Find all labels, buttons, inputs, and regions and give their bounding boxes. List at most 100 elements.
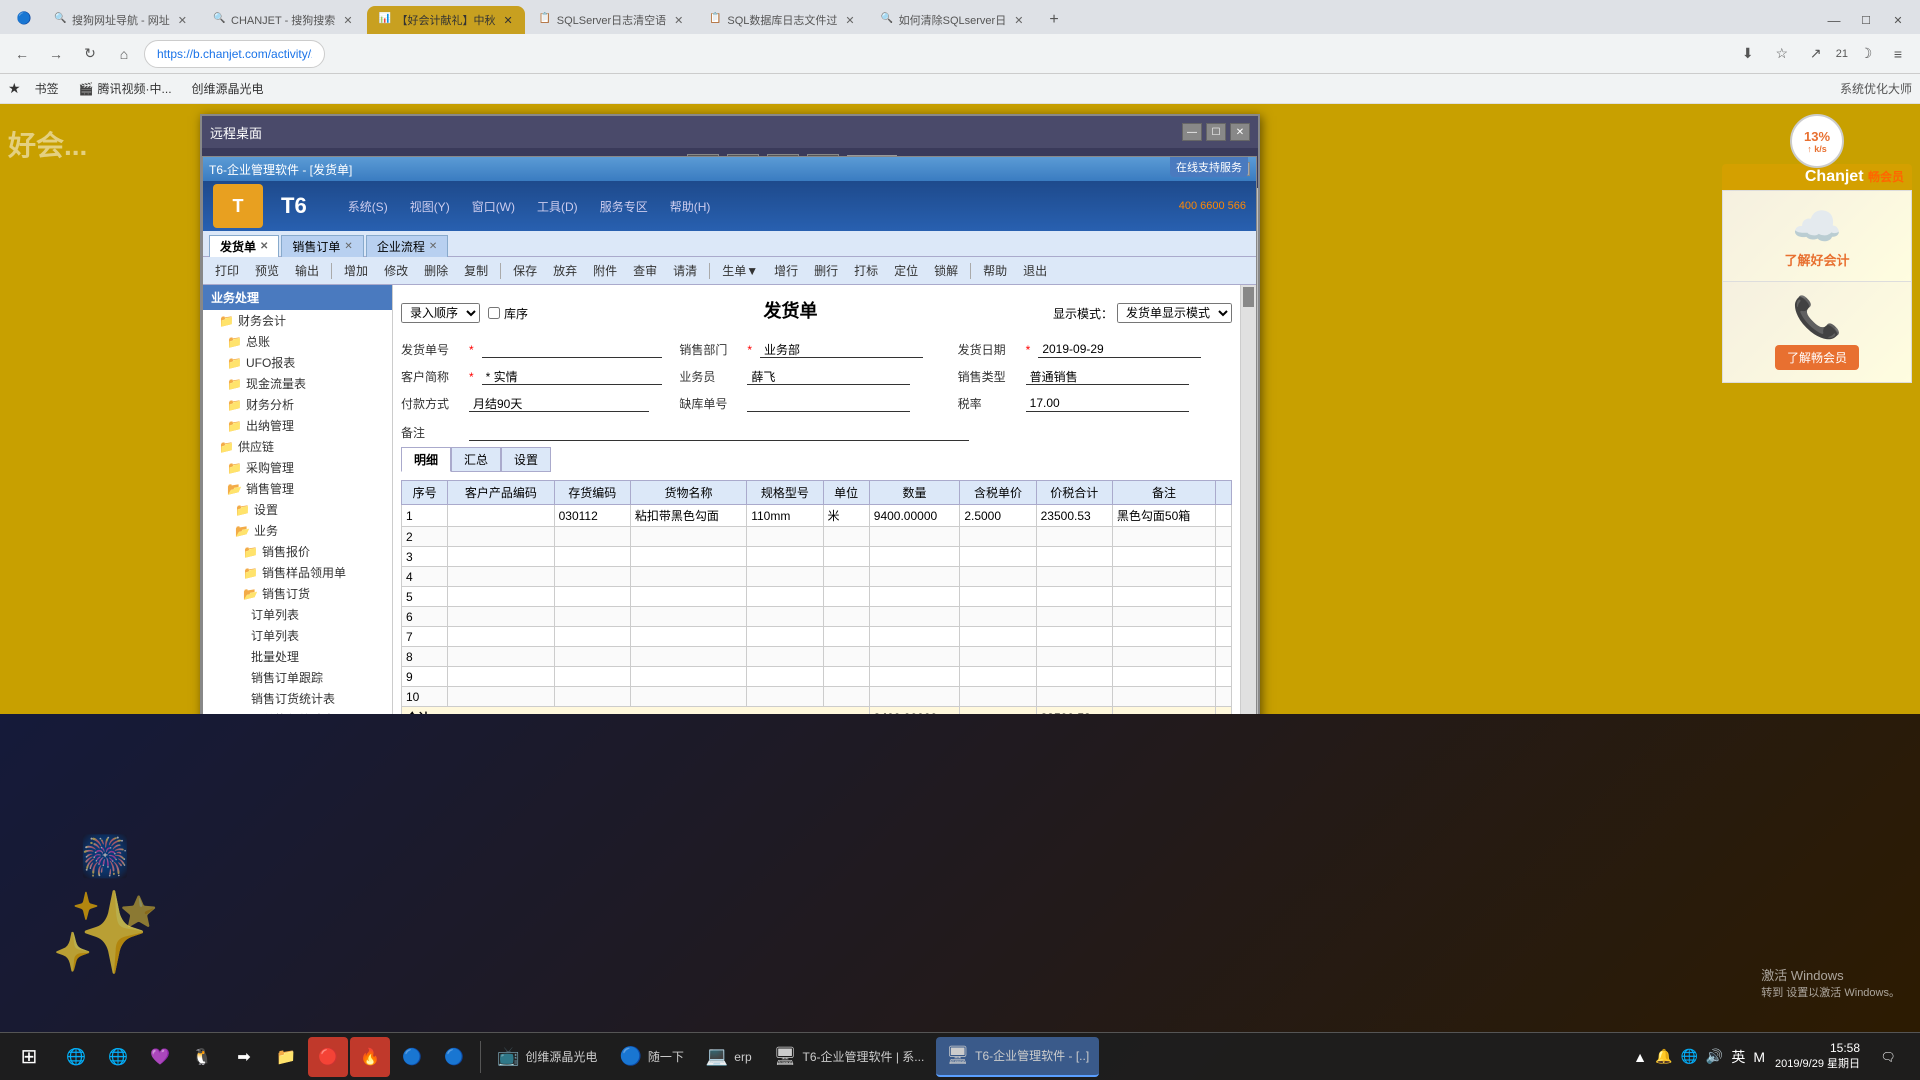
- date-input[interactable]: [1038, 341, 1201, 358]
- toolbar-discard[interactable]: 放弃: [547, 261, 583, 280]
- tab-close-2[interactable]: ✕: [343, 14, 352, 27]
- taskbar-clock[interactable]: 15:58 2019/9/29 星期日: [1775, 1040, 1860, 1072]
- tab-2[interactable]: 🔍 CHANJET - 搜狗搜索 ✕: [201, 6, 365, 34]
- toolbar-copy[interactable]: 复制: [458, 261, 494, 280]
- taskbar-app3-btn[interactable]: 🔵: [392, 1037, 432, 1077]
- taskbar-app-t6-active[interactable]: 🖥 T6-企业管理软件 - [..]: [936, 1037, 1099, 1077]
- systray-notification[interactable]: 🔔: [1653, 1046, 1674, 1067]
- erp-tab-shipment[interactable]: 发货单 ✕: [209, 235, 279, 257]
- sidebar-item-order[interactable]: 📂销售订货: [203, 583, 392, 604]
- menu-tools[interactable]: 工具(D): [526, 193, 589, 220]
- tab-close-1[interactable]: ✕: [178, 14, 187, 27]
- toolbar-preview[interactable]: 预览: [249, 261, 285, 280]
- warehouse-input[interactable]: [747, 395, 910, 412]
- taskbar-app-guangdian[interactable]: 📺 创维源晶光电: [487, 1037, 607, 1077]
- download-btn[interactable]: ⬇: [1734, 40, 1762, 68]
- warehouse-checkbox[interactable]: [488, 307, 500, 319]
- toolbar-audit[interactable]: 查审: [627, 261, 663, 280]
- input-order-select[interactable]: 录入顺序: [401, 303, 480, 323]
- systray-globe[interactable]: 🌐: [1678, 1046, 1699, 1067]
- tab-4[interactable]: 📋 SQLServer日志清空语 ✕: [527, 6, 696, 34]
- sidebar-item-finanalysis[interactable]: 📁财务分析: [203, 394, 392, 415]
- sales-type-input[interactable]: [1026, 368, 1189, 385]
- taskbar-ie2-btn[interactable]: 🌐: [98, 1037, 138, 1077]
- sidebar-item-finance[interactable]: 📁财务会计: [203, 310, 392, 331]
- inner-tab-detail[interactable]: 明细: [401, 447, 451, 472]
- menu-window[interactable]: 窗口(W): [461, 193, 526, 220]
- taskbar-qq-btn[interactable]: 🐧: [182, 1037, 222, 1077]
- cell-unit-price-1[interactable]: 2.5000: [960, 505, 1036, 527]
- sidebar-item-supply[interactable]: 📁供应链: [203, 436, 392, 457]
- taskbar-app-erp-icon[interactable]: 💻 erp: [696, 1037, 762, 1077]
- tab-1[interactable]: 🔍 搜狗网址导航 - 网址 ✕: [42, 6, 199, 34]
- systray-m-icon[interactable]: M: [1751, 1047, 1767, 1067]
- bookmark-3[interactable]: 创维源晶光电: [186, 78, 270, 99]
- toolbar-locate[interactable]: 定位: [888, 261, 924, 280]
- sidebar-item-order-exec[interactable]: 订单执行统计表: [203, 709, 392, 714]
- star-btn[interactable]: ☆: [1768, 40, 1796, 68]
- taskbar-app1-btn[interactable]: 🔴: [308, 1037, 348, 1077]
- erp-tab-close-3[interactable]: ✕: [429, 241, 437, 252]
- cell-goods-name-1[interactable]: 粘扣带黑色勾面: [630, 505, 746, 527]
- vertical-scrollbar[interactable]: [1240, 285, 1256, 714]
- cell-total-1[interactable]: 23500.53: [1036, 505, 1112, 527]
- browser-min-btn[interactable]: —: [1820, 6, 1848, 34]
- payment-input[interactable]: [469, 395, 649, 412]
- scroll-thumb-v[interactable]: [1243, 287, 1254, 307]
- toolbar-edit[interactable]: 修改: [378, 261, 414, 280]
- tab-close-3[interactable]: ✕: [504, 14, 513, 27]
- toolbar-exit[interactable]: 退出: [1017, 261, 1053, 280]
- browser-close-btn[interactable]: ✕: [1884, 6, 1912, 34]
- sidebar-item-cashier[interactable]: 📁出纳管理: [203, 415, 392, 436]
- cell-spec-1[interactable]: 110mm: [747, 505, 823, 527]
- erp-tab-close-2[interactable]: ✕: [344, 241, 352, 252]
- dept-input[interactable]: [760, 341, 923, 358]
- tab-close-5[interactable]: ✕: [845, 14, 854, 27]
- menu-system[interactable]: 系统(S): [337, 193, 399, 220]
- erp-tab-close-1[interactable]: ✕: [260, 241, 268, 252]
- taskbar-files-btn[interactable]: 📁: [266, 1037, 306, 1077]
- systray-arrow-up[interactable]: ▲: [1631, 1047, 1649, 1067]
- sidebar-item-ufo[interactable]: 📁UFO报表: [203, 352, 392, 373]
- taskbar-ie-btn[interactable]: 🌐: [56, 1037, 96, 1077]
- taskbar-app4-btn[interactable]: 🔵: [434, 1037, 474, 1077]
- cell-seq-1[interactable]: 1: [402, 505, 448, 527]
- inner-tab-settings[interactable]: 设置: [501, 447, 551, 472]
- address-bar[interactable]: [144, 40, 325, 68]
- menu-service[interactable]: 服务专区: [589, 193, 659, 220]
- taskbar-vs-btn[interactable]: 💜: [140, 1037, 180, 1077]
- start-button[interactable]: ⊞: [4, 1035, 54, 1079]
- warehouse-checkbox-label[interactable]: 库序: [488, 305, 528, 322]
- notification-btn[interactable]: 🗨: [1868, 1035, 1908, 1079]
- tab-5[interactable]: 📋 SQL数据库日志文件过 ✕: [697, 6, 866, 34]
- sidebar-item-order-list2[interactable]: 订单列表: [203, 625, 392, 646]
- toolbar-attachment[interactable]: 附件: [587, 261, 623, 280]
- sidebar-item-cashflow[interactable]: 📁现金流量表: [203, 373, 392, 394]
- sidebar-item-quotation[interactable]: 📁销售报价: [203, 541, 392, 562]
- menu-view[interactable]: 视图(Y): [399, 193, 461, 220]
- taskbar-app-t6-system[interactable]: 🖥 T6-企业管理软件 | 系...: [764, 1037, 935, 1077]
- menu-help[interactable]: 帮助(H): [659, 193, 722, 220]
- customer-input[interactable]: [482, 368, 662, 385]
- toolbar-mark[interactable]: 打标: [848, 261, 884, 280]
- forward-btn[interactable]: →: [42, 40, 70, 68]
- toolbar-lock[interactable]: 锁解: [928, 261, 964, 280]
- moon-btn[interactable]: ☽: [1852, 40, 1880, 68]
- systray-volume[interactable]: 🔊: [1704, 1046, 1725, 1067]
- inner-tab-summary[interactable]: 汇总: [451, 447, 501, 472]
- tax-input[interactable]: [1026, 395, 1189, 412]
- browser-icon[interactable]: 🔵: [8, 2, 40, 34]
- bookmark-tencent-video[interactable]: 🎬 腾讯视频·中...: [73, 78, 178, 99]
- remote-restore-btn[interactable]: ☐: [1206, 123, 1226, 141]
- toolbar-export[interactable]: 输出: [289, 261, 325, 280]
- sidebar-item-batch[interactable]: 批量处理: [203, 646, 392, 667]
- remote-close-btn[interactable]: ✕: [1230, 123, 1250, 141]
- bill-no-input[interactable]: [482, 341, 662, 358]
- new-tab-btn[interactable]: +: [1037, 6, 1067, 34]
- cell-inventory-code-1[interactable]: 030112: [554, 505, 630, 527]
- staff-input[interactable]: [747, 368, 910, 385]
- cell-customer-code-1[interactable]: [448, 505, 554, 527]
- toolbar-help[interactable]: 帮助: [977, 261, 1013, 280]
- browser-restore-btn[interactable]: ☐: [1852, 6, 1880, 34]
- display-mode-select[interactable]: 发货单显示模式: [1117, 303, 1232, 323]
